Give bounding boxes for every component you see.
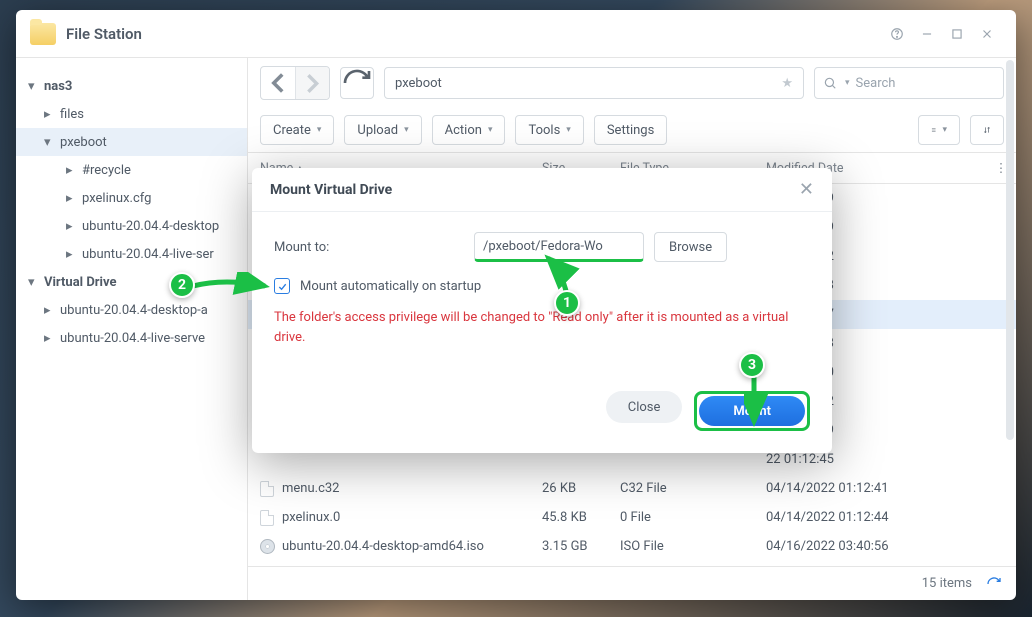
forward-button[interactable] [295,67,329,99]
modal-warning: The folder's access privilege will be ch… [274,308,810,347]
tree-vdrive-2[interactable]: ▸ubuntu-20.04.4-live-serve [16,324,247,352]
tree-vdrive-1[interactable]: ▸ubuntu-20.04.4-desktop-a [16,296,247,324]
chevron-down-icon: ▾ [845,78,850,88]
reload-button[interactable] [340,67,374,99]
path-input[interactable]: pxeboot★ [384,67,804,99]
annotation-highlight-3: Mount [694,391,810,431]
annotation-badge-3: 3 [739,352,765,378]
table-row[interactable]: menu.c32 26 KBC32 File04/14/2022 01:12:41 [248,474,1016,503]
sort-button[interactable] [970,115,1004,145]
close-button[interactable] [972,19,1002,49]
mount-button[interactable]: Mount [699,396,805,426]
table-row[interactable]: pxelinux.0 45.8 KB0 File04/14/2022 01:12:… [248,503,1016,532]
file-icon [260,481,282,497]
star-icon[interactable]: ★ [781,76,793,91]
tree-item-ubuntu-desktop[interactable]: ▸ubuntu-20.04.4-desktop [16,212,247,240]
tree-item-ubuntu-live[interactable]: ▸ubuntu-20.04.4-live-ser [16,240,247,268]
status-bar: 15 items [248,566,1016,600]
cell-size: 3.15 GB [542,539,620,554]
cell-size: 45.8 KB [542,510,620,525]
browse-button[interactable]: Browse [654,232,727,262]
table-row[interactable]: ubuntu-20.04.4-desktop-amd64.iso 3.15 GBI… [248,532,1016,561]
cell-name: menu.c32 [282,481,339,496]
tree-item-recycle[interactable]: ▸#recycle [16,156,247,184]
create-button[interactable]: Create▾ [260,115,334,145]
back-button[interactable] [261,67,295,99]
action-button[interactable]: Action▾ [432,115,506,145]
refresh-icon[interactable] [986,576,1002,592]
tree-vdrive-root[interactable]: ▾Virtual Drive [16,268,247,296]
minimize-button[interactable] [912,19,942,49]
file-icon [260,510,282,526]
disc-icon [260,539,282,554]
table-row[interactable]: ubuntu-20.04.4-live-server-amd641.24 GBI… [248,561,1016,566]
cell-modified: 22 01:12:45 [766,452,1016,467]
item-count: 15 items [922,576,972,591]
cell-name: pxelinux.0 [282,510,340,525]
settings-button[interactable]: Settings [594,115,667,145]
cell-type: ISO File [620,539,766,554]
cell-type: 0 File [620,510,766,525]
tree-root-label: nas3 [44,79,72,94]
modal-close-icon[interactable]: ✕ [799,179,814,200]
tree-root[interactable]: ▾nas3 [16,72,247,100]
auto-mount-label: Mount automatically on startup [300,279,481,294]
tools-button[interactable]: Tools▾ [515,115,583,145]
auto-mount-checkbox[interactable] [274,278,290,294]
tree-item-files[interactable]: ▸files [16,100,247,128]
titlebar: File Station [16,10,1016,58]
cell-modified: 04/16/2022 03:40:56 [766,539,1016,554]
tree-item-pxelinuxcfg[interactable]: ▸pxelinux.cfg [16,184,247,212]
modal-title: Mount Virtual Drive [270,182,392,198]
scrollbar[interactable] [1006,60,1014,440]
view-list-button[interactable]: ▾ [918,115,960,145]
cell-name: ubuntu-20.04.4-desktop-amd64.iso [282,539,484,554]
mount-path-input[interactable]: /pxeboot/Fedora-Wo [474,232,644,262]
cell-size: 26 KB [542,481,620,496]
search-icon [823,76,837,90]
sidebar: ▾nas3 ▸files ▾pxeboot ▸#recycle ▸pxelinu… [16,58,248,600]
cell-type: C32 File [620,481,766,496]
maximize-button[interactable] [942,19,972,49]
nav-group [260,66,330,100]
help-button[interactable] [882,19,912,49]
modal-header: Mount Virtual Drive ✕ [252,168,832,212]
mount-modal: Mount Virtual Drive ✕ Mount to: /pxeboot… [252,168,832,453]
action-toolbar: Create▾ Upload▾ Action▾ Tools▾ Settings … [248,108,1016,152]
cell-modified: 04/14/2022 01:12:44 [766,510,1016,525]
app-icon [30,23,56,45]
upload-button[interactable]: Upload▾ [344,115,421,145]
annotation-badge-1: 1 [554,290,580,316]
search-input[interactable]: ▾ Search [814,67,1004,99]
tree-item-pxeboot[interactable]: ▾pxeboot [16,128,247,156]
modal-close-button[interactable]: Close [606,391,683,423]
nav-toolbar: pxeboot★ ▾ Search [248,58,1016,108]
annotation-badge-2: 2 [169,272,195,298]
mount-to-label: Mount to: [274,240,474,255]
app-title: File Station [66,25,142,43]
cell-modified: 04/14/2022 01:12:41 [766,481,1016,496]
